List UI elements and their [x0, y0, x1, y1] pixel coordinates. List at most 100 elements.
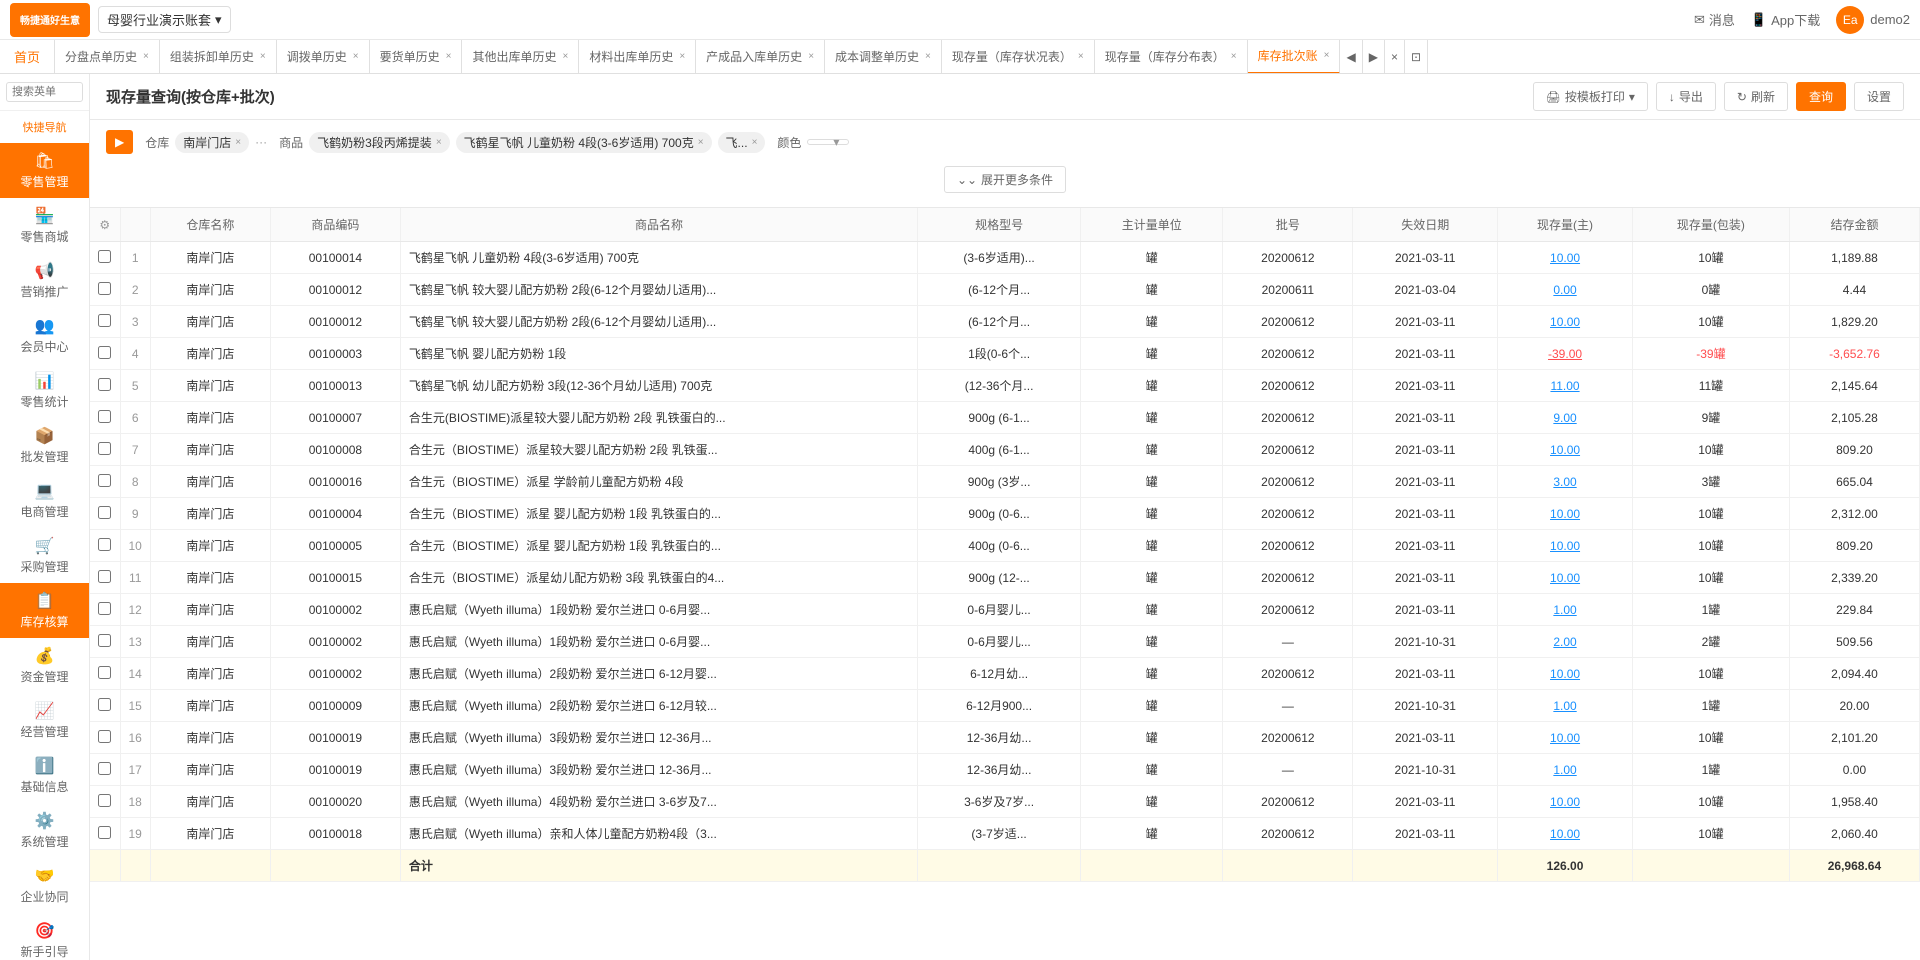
- tab-expand-btn[interactable]: ⊡: [1405, 40, 1428, 74]
- tab-close-icon[interactable]: ×: [260, 51, 266, 62]
- row-qty[interactable]: 10.00: [1498, 818, 1633, 850]
- sidebar-item-新手引导[interactable]: 🎯 新手引导: [0, 913, 89, 960]
- tab-成本调整单历史[interactable]: 成本调整单历史 ×: [825, 40, 942, 74]
- sidebar-item-资金管理[interactable]: 💰 资金管理: [0, 638, 89, 693]
- sidebar-item-采购管理[interactable]: 🛒 采购管理: [0, 528, 89, 583]
- tab-close-icon[interactable]: ×: [679, 51, 685, 62]
- sidebar-nav-label[interactable]: 快捷导航: [0, 111, 89, 143]
- checkbox[interactable]: [98, 762, 111, 775]
- tab-prev-btn[interactable]: ◀: [1340, 40, 1362, 74]
- row-qty[interactable]: 11.00: [1498, 370, 1633, 402]
- checkbox[interactable]: [98, 666, 111, 679]
- row-checkbox[interactable]: [90, 594, 120, 626]
- checkbox[interactable]: [98, 506, 111, 519]
- tab-close-icon[interactable]: ×: [562, 51, 568, 62]
- expand-more-btn[interactable]: ⌄⌄ 展开更多条件: [944, 166, 1066, 193]
- settings-icon[interactable]: ⚙: [99, 218, 110, 232]
- checkbox[interactable]: [98, 794, 111, 807]
- tab-close-icon[interactable]: ×: [808, 51, 814, 62]
- row-qty[interactable]: 1.00: [1498, 754, 1633, 786]
- tab-close-icon[interactable]: ×: [353, 51, 359, 62]
- checkbox[interactable]: [98, 602, 111, 615]
- export-button[interactable]: ↓ 导出: [1656, 82, 1716, 111]
- row-checkbox[interactable]: [90, 338, 120, 370]
- checkbox[interactable]: [98, 698, 111, 711]
- filter-more-dots[interactable]: ···: [255, 135, 267, 149]
- sidebar-item-企业协同[interactable]: 🤝 企业协同: [0, 858, 89, 913]
- tab-其他出库单历史[interactable]: 其他出库单历史 ×: [462, 40, 579, 74]
- checkbox[interactable]: [98, 378, 111, 391]
- tab-分盘点单历史[interactable]: 分盘点单历史 ×: [55, 40, 160, 74]
- tab-材料出库单历史[interactable]: 材料出库单历史 ×: [579, 40, 696, 74]
- checkbox[interactable]: [98, 826, 111, 839]
- user-avatar[interactable]: Ea demo2: [1836, 6, 1910, 34]
- checkbox[interactable]: [98, 282, 111, 295]
- print-button[interactable]: 🖨 按模板打印 ▾: [1533, 82, 1648, 111]
- tab-next-btn[interactable]: ▶: [1363, 40, 1385, 74]
- tab-close-icon[interactable]: ×: [446, 51, 452, 62]
- row-checkbox[interactable]: [90, 562, 120, 594]
- row-checkbox[interactable]: [90, 786, 120, 818]
- sidebar-item-零售管理[interactable]: 🛍 零售管理: [0, 143, 89, 198]
- checkbox[interactable]: [98, 442, 111, 455]
- row-qty[interactable]: 10.00: [1498, 434, 1633, 466]
- sidebar-item-系统管理[interactable]: ⚙️ 系统管理: [0, 803, 89, 858]
- row-qty[interactable]: -39.00: [1498, 338, 1633, 370]
- checkbox[interactable]: [98, 538, 111, 551]
- org-selector[interactable]: 母婴行业演示账套 ▾: [98, 6, 231, 33]
- row-checkbox[interactable]: [90, 498, 120, 530]
- app-download-link[interactable]: 📱 App下载: [1751, 10, 1820, 29]
- row-checkbox[interactable]: [90, 818, 120, 850]
- row-checkbox[interactable]: [90, 434, 120, 466]
- row-qty[interactable]: 10.00: [1498, 786, 1633, 818]
- row-checkbox[interactable]: [90, 530, 120, 562]
- checkbox[interactable]: [98, 474, 111, 487]
- tab-home[interactable]: 首页: [0, 40, 55, 74]
- tab-close-icon[interactable]: ×: [143, 51, 149, 62]
- row-checkbox[interactable]: [90, 402, 120, 434]
- checkbox[interactable]: [98, 250, 111, 263]
- row-qty[interactable]: 9.00: [1498, 402, 1633, 434]
- refresh-button[interactable]: ↻ 刷新: [1724, 82, 1788, 111]
- sidebar-item-库存核算[interactable]: 📋 库存核算: [0, 583, 89, 638]
- tab-close-icon[interactable]: ×: [1231, 51, 1237, 62]
- tab-现存量库存分布表[interactable]: 现存量（库存分布表） ×: [1095, 40, 1248, 74]
- row-checkbox[interactable]: [90, 466, 120, 498]
- sidebar-item-零售商城[interactable]: 🏪 零售商城: [0, 198, 89, 253]
- row-qty[interactable]: 2.00: [1498, 626, 1633, 658]
- row-checkbox[interactable]: [90, 754, 120, 786]
- row-qty[interactable]: 10.00: [1498, 498, 1633, 530]
- row-checkbox[interactable]: [90, 658, 120, 690]
- checkbox[interactable]: [98, 314, 111, 327]
- checkbox[interactable]: [98, 570, 111, 583]
- row-checkbox[interactable]: [90, 306, 120, 338]
- sidebar-item-会员中心[interactable]: 👥 会员中心: [0, 308, 89, 363]
- sidebar-item-电商管理[interactable]: 💻 电商管理: [0, 473, 89, 528]
- sidebar-item-营销推广[interactable]: 📢 营销推广: [0, 253, 89, 308]
- tab-close-icon[interactable]: ×: [1078, 51, 1084, 62]
- row-qty[interactable]: 10.00: [1498, 306, 1633, 338]
- row-qty[interactable]: 10.00: [1498, 658, 1633, 690]
- checkbox[interactable]: [98, 730, 111, 743]
- sidebar-item-批发管理[interactable]: 📦 批发管理: [0, 418, 89, 473]
- row-checkbox[interactable]: [90, 242, 120, 274]
- row-qty[interactable]: 10.00: [1498, 530, 1633, 562]
- tab-产成品入库单历史[interactable]: 产成品入库单历史 ×: [696, 40, 825, 74]
- row-checkbox[interactable]: [90, 626, 120, 658]
- message-link[interactable]: ✉ 消息: [1694, 10, 1735, 29]
- tab-调拨单历史[interactable]: 调拨单历史 ×: [277, 40, 370, 74]
- filter-expand-btn[interactable]: ▶: [106, 130, 133, 154]
- row-qty[interactable]: 10.00: [1498, 242, 1633, 274]
- tag-close-icon[interactable]: ×: [235, 137, 241, 148]
- tab-组装拆卸单历史[interactable]: 组装拆卸单历史 ×: [160, 40, 277, 74]
- row-checkbox[interactable]: [90, 274, 120, 306]
- tag-close-icon[interactable]: ×: [752, 137, 758, 148]
- row-qty[interactable]: 1.00: [1498, 594, 1633, 626]
- sidebar-item-零售统计[interactable]: 📊 零售统计: [0, 363, 89, 418]
- checkbox[interactable]: [98, 410, 111, 423]
- checkbox[interactable]: [98, 346, 111, 359]
- row-checkbox[interactable]: [90, 722, 120, 754]
- row-qty[interactable]: 0.00: [1498, 274, 1633, 306]
- tab-more-btn[interactable]: ×: [1385, 40, 1405, 74]
- tab-要货单历史[interactable]: 要货单历史 ×: [370, 40, 463, 74]
